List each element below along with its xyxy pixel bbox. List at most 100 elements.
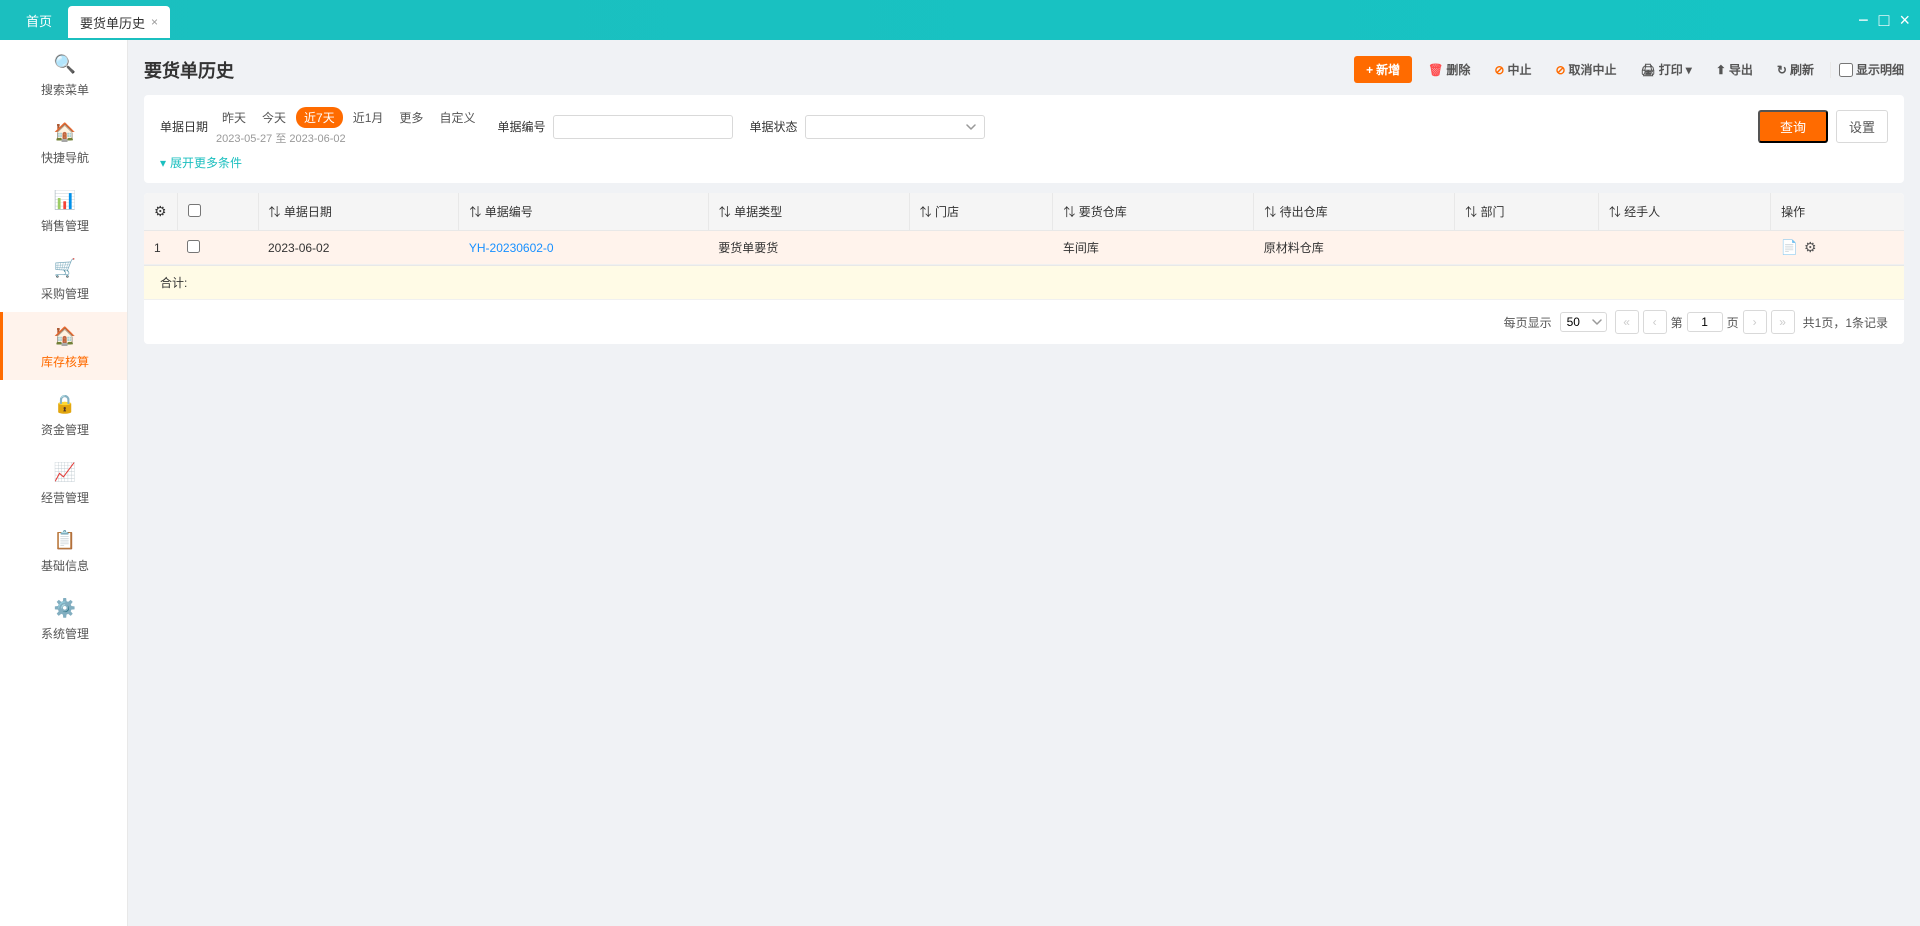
sidebar-item-sales[interactable]: 📊 销售管理	[0, 176, 127, 244]
first-page-button[interactable]: «	[1615, 310, 1639, 334]
sidebar-item-label-quick-nav: 快捷导航	[41, 149, 89, 166]
delete-icon: 🗑	[1428, 63, 1443, 77]
select-all-checkbox[interactable]	[188, 204, 201, 217]
refresh-label: 刷新	[1790, 61, 1814, 78]
tab-active-label: 要货单历史	[80, 13, 145, 32]
sidebar-item-label-search-menu: 搜索菜单	[41, 81, 89, 98]
cancel-stop-label: 取消中止	[1569, 61, 1617, 78]
settings-button[interactable]: 设置	[1836, 110, 1888, 143]
view-action-icon[interactable]: 📄	[1781, 239, 1798, 256]
system-icon: ⚙️	[54, 598, 76, 619]
doc-no-link[interactable]: YH-20230602-0	[469, 241, 554, 255]
stop-label: 中止	[1507, 61, 1531, 78]
sidebar-item-label-basic-info: 基础信息	[41, 557, 89, 574]
doc-status-select[interactable]	[805, 115, 985, 139]
date-btn-yesterday[interactable]: 昨天	[216, 107, 252, 128]
doc-no-input[interactable]	[553, 115, 733, 139]
settings-gear-icon[interactable]: ⚙	[154, 203, 167, 219]
sidebar-item-operations[interactable]: 📈 经营管理	[0, 448, 127, 516]
sidebar-item-label-purchase: 采购管理	[41, 285, 89, 302]
page-input[interactable]	[1687, 312, 1723, 332]
print-icon: 🖨	[1641, 63, 1656, 77]
expand-more-label: 展开更多条件	[170, 154, 242, 171]
quick-nav-icon: 🏠	[54, 122, 76, 143]
sidebar-item-label-finance: 资金管理	[41, 421, 89, 438]
show-detail-checkbox[interactable]	[1839, 63, 1853, 77]
th-department-label: 部门	[1480, 205, 1504, 219]
maximize-icon[interactable]: □	[1879, 10, 1890, 31]
doc-date-label: 单据日期	[160, 118, 208, 135]
minimize-icon[interactable]: −	[1858, 10, 1869, 31]
tab-active[interactable]: 要货单历史 ×	[68, 6, 170, 38]
date-btn-1month[interactable]: 近1月	[347, 107, 390, 128]
cancel-stop-icon: ⊘	[1555, 63, 1565, 77]
sales-icon: 📊	[54, 190, 76, 211]
refresh-button[interactable]: ↻ 刷新	[1769, 57, 1822, 82]
export-label: 导出	[1729, 61, 1753, 78]
expand-more-icon: ▾	[160, 156, 166, 170]
sidebar-item-purchase[interactable]: 🛒 采购管理	[0, 244, 127, 312]
page-label: 第	[1671, 314, 1683, 331]
row-checkbox[interactable]	[187, 240, 200, 253]
th-handler-label: 经手人	[1624, 205, 1660, 219]
page-suffix: 页	[1727, 314, 1739, 331]
th-date-label: 单据日期	[284, 205, 332, 219]
th-require-warehouse-label: 要货仓库	[1079, 205, 1127, 219]
sidebar-item-search-menu[interactable]: 🔍 搜索菜单	[0, 40, 127, 108]
table-footer: 合计:	[144, 265, 1904, 299]
th-doc-type: ⇅ 单据类型	[708, 193, 909, 231]
td-store	[909, 231, 1053, 265]
th-doc-type-label: 单据类型	[734, 205, 782, 219]
show-detail-area: 显示明细	[1839, 61, 1904, 78]
td-handler	[1598, 231, 1770, 265]
delete-button[interactable]: 🗑 删除	[1420, 57, 1478, 82]
th-actions: 操作	[1771, 193, 1904, 231]
sidebar-item-system[interactable]: ⚙️ 系统管理	[0, 584, 127, 652]
td-department	[1455, 231, 1599, 265]
table-wrap: ⚙ ⇅ 单据日期 ⇅ 单据编号	[144, 193, 1904, 265]
sidebar-item-finance[interactable]: 🔒 资金管理	[0, 380, 127, 448]
query-button[interactable]: 查询	[1758, 110, 1828, 143]
sidebar-item-basic-info[interactable]: 📋 基础信息	[0, 516, 127, 584]
per-page-select[interactable]: 10 20 50 100	[1560, 312, 1607, 332]
print-label: 打印	[1659, 61, 1683, 78]
refresh-icon: ↻	[1777, 63, 1787, 77]
sidebar-item-quick-nav[interactable]: 🏠 快捷导航	[0, 108, 127, 176]
sidebar-item-label-sales: 销售管理	[41, 217, 89, 234]
new-button[interactable]: + 新增	[1354, 56, 1412, 83]
cancel-stop-button[interactable]: ⊘ 取消中止	[1547, 57, 1624, 82]
date-btn-custom[interactable]: 自定义	[433, 107, 481, 128]
finance-icon: 🔒	[54, 394, 76, 415]
more-action-icon[interactable]: ⚙	[1804, 239, 1817, 256]
close-icon[interactable]: ×	[1899, 10, 1910, 31]
print-button[interactable]: 🖨 打印 ▾	[1633, 57, 1700, 82]
doc-status-filter-group: 单据状态	[749, 115, 985, 139]
tab-home[interactable]: 首页	[10, 0, 68, 40]
stop-button[interactable]: ⊘ 中止	[1486, 57, 1539, 82]
export-button[interactable]: ⬆ 导出	[1708, 57, 1761, 82]
table-row: 1 2023-06-02 YH-20230602-0 要货单要货 车间库 原材料…	[144, 231, 1904, 265]
next-page-button[interactable]: ›	[1743, 310, 1767, 334]
sidebar-item-inventory[interactable]: 🏠 库存核算	[0, 312, 127, 380]
filter-row: 单据日期 昨天 今天 近7天 近1月 更多 自定义 2023-05-27 至 2…	[160, 107, 1888, 146]
td-index: 1	[144, 231, 177, 265]
doc-no-label: 单据编号	[497, 118, 545, 135]
date-btn-today[interactable]: 今天	[256, 107, 292, 128]
th-date: ⇅ 单据日期	[258, 193, 459, 231]
data-table: ⚙ ⇅ 单据日期 ⇅ 单据编号	[144, 193, 1904, 265]
td-pending-warehouse: 原材料仓库	[1254, 231, 1455, 265]
last-page-button[interactable]: »	[1771, 310, 1795, 334]
tab-close-icon[interactable]: ×	[151, 15, 158, 29]
basic-info-icon: 📋	[54, 530, 76, 551]
prev-page-button[interactable]: ‹	[1643, 310, 1667, 334]
date-btn-more[interactable]: 更多	[393, 107, 429, 128]
date-btn-7days[interactable]: 近7天	[296, 107, 343, 128]
th-store-label: 门店	[935, 205, 959, 219]
th-settings: ⚙	[144, 193, 177, 231]
td-doc-type: 要货单要货	[708, 231, 909, 265]
th-require-warehouse: ⇅ 要货仓库	[1053, 193, 1254, 231]
toolbar: + 新增 🗑 删除 ⊘ 中止 ⊘ 取消中止 🖨 打印 ▾ ⬆	[1354, 56, 1904, 83]
th-pending-warehouse: ⇅ 待出仓库	[1254, 193, 1455, 231]
expand-more[interactable]: ▾ 展开更多条件	[160, 154, 1888, 171]
th-department: ⇅ 部门	[1455, 193, 1599, 231]
